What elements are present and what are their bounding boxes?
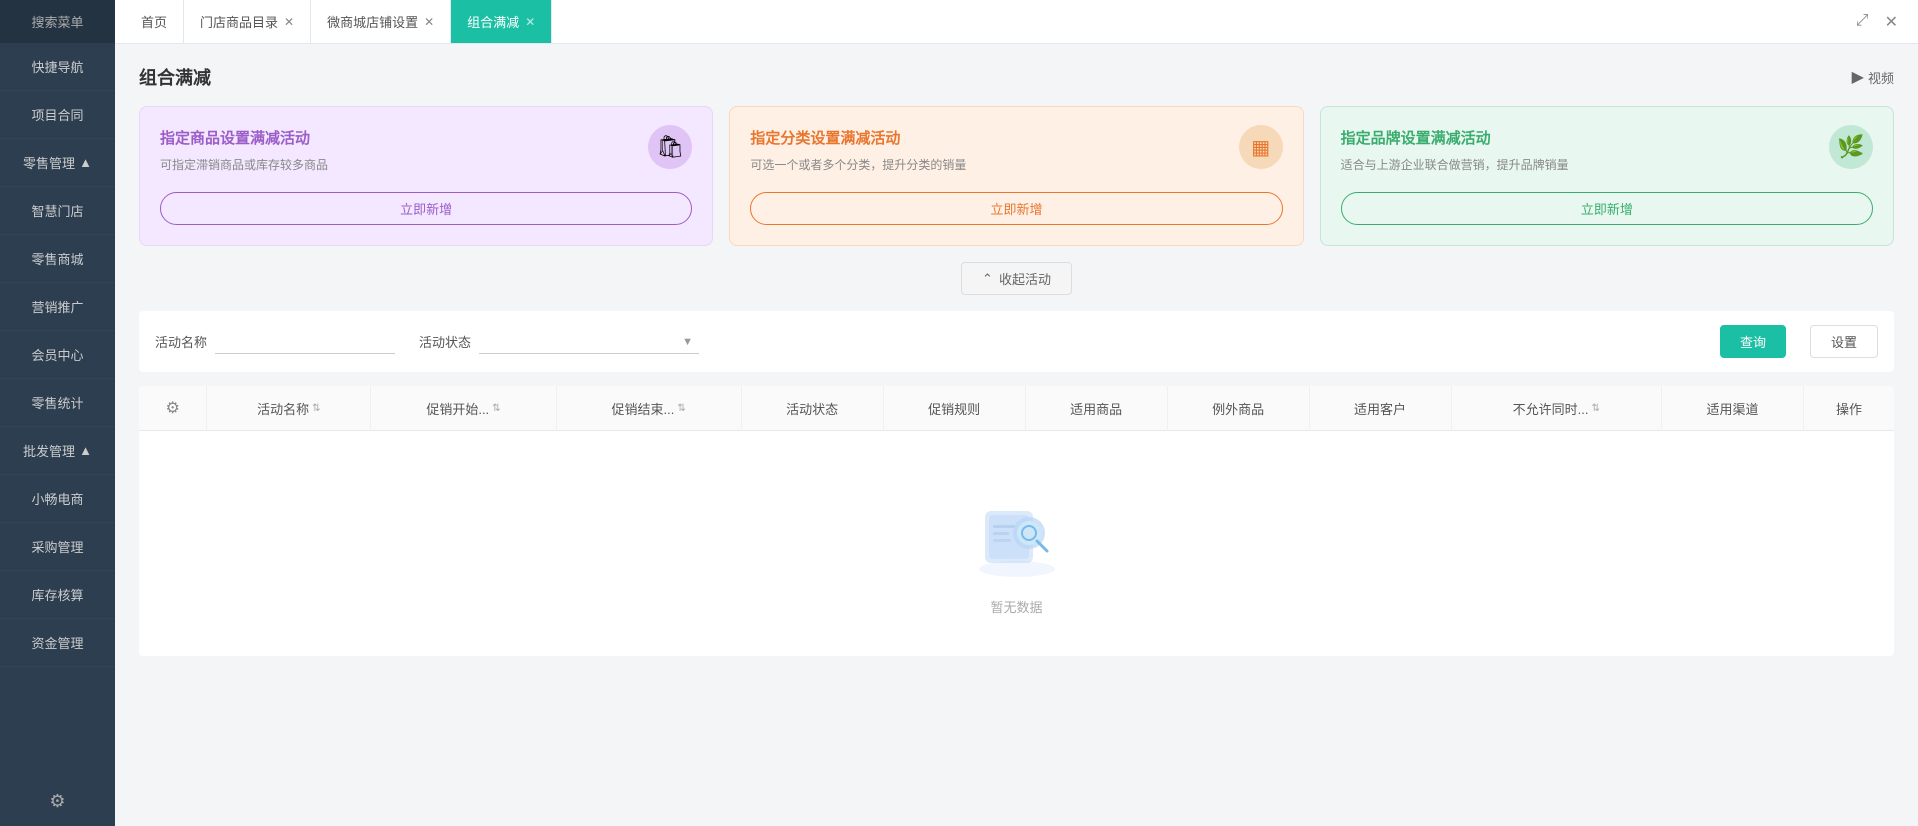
page-title: 组合满减 — [139, 64, 211, 90]
sort-icon-end: ⇅ — [677, 403, 685, 414]
th-name: 活动名称 ⇅ — [207, 386, 371, 431]
card-brand-btn[interactable]: 立即新增 — [1341, 192, 1873, 225]
th-start: 促销开始... ⇅ — [371, 386, 556, 431]
tab-home[interactable]: 首页 — [125, 0, 184, 43]
window-controls: ⤢ ✕ — [1852, 10, 1908, 34]
th-no-concurrent: 不允许同时... ⇅ — [1451, 386, 1661, 431]
chevron-up-icon: ⌃ — [982, 271, 993, 287]
th-channel: 适用渠道 — [1662, 386, 1804, 431]
tab-wechat-shop[interactable]: 微商城店铺设置 ✕ — [311, 0, 451, 43]
sidebar-item-xiaochangec[interactable]: 小畅电商 — [0, 475, 115, 523]
filter-status-select[interactable]: 进行中 已结束 未开始 — [479, 330, 699, 354]
sidebar-item-quick-nav[interactable]: 快捷导航 — [0, 43, 115, 91]
table-container: ⚙ 活动名称 ⇅ 促销开始... ⇅ — [139, 386, 1894, 656]
maximize-button[interactable]: ⤢ — [1852, 10, 1873, 34]
sidebar-item-marketing[interactable]: 营销推广 — [0, 283, 115, 331]
card-product: 🛍 指定商品设置满减活动 可指定滞销商品或库存较多商品 立即新增 — [139, 106, 713, 246]
sidebar-item-purchase-mgmt[interactable]: 采购管理 — [0, 523, 115, 571]
card-product-btn[interactable]: 立即新增 — [160, 192, 692, 225]
set-button[interactable]: 设置 — [1810, 325, 1878, 358]
sidebar-search[interactable]: 搜索菜单 — [0, 0, 115, 43]
sidebar-item-fund-mgmt[interactable]: 资金管理 — [0, 619, 115, 667]
filter-name-input[interactable] — [215, 330, 395, 354]
tab-bar: 首页 门店商品目录 ✕ 微商城店铺设置 ✕ 组合满减 ✕ ⤢ ✕ — [115, 0, 1918, 44]
th-end: 促销结束... ⇅ — [556, 386, 741, 431]
gear-icon[interactable]: ⚙ — [165, 400, 179, 417]
th-status: 活动状态 — [741, 386, 883, 431]
th-customer: 适用客户 — [1309, 386, 1451, 431]
card-brand-title: 指定品牌设置满减活动 — [1341, 127, 1873, 148]
tab-close-store-catalog[interactable]: ✕ — [284, 15, 294, 29]
video-link[interactable]: ▶ 视频 — [1852, 67, 1894, 87]
th-rule: 促销规则 — [883, 386, 1025, 431]
sidebar-item-retail-mall[interactable]: 零售商城 — [0, 235, 115, 283]
card-category-desc: 可选一个或者多个分类，提升分类的销量 — [750, 156, 1282, 180]
card-product-icon: 🛍 — [648, 125, 692, 169]
empty-state: 暂无数据 — [139, 431, 1894, 656]
tab-close-combo-discount[interactable]: ✕ — [525, 15, 535, 29]
query-button[interactable]: 查询 — [1720, 325, 1786, 358]
sort-icon-name: ⇅ — [312, 403, 320, 414]
expand-arrow-icon: ▲ — [79, 155, 92, 170]
table-header-row: ⚙ 活动名称 ⇅ 促销开始... ⇅ — [139, 386, 1894, 431]
promo-cards-row: 🛍 指定商品设置满减活动 可指定滞销商品或库存较多商品 立即新增 ▦ 指定分类设… — [139, 106, 1894, 246]
filter-status-label: 活动状态 — [419, 332, 471, 351]
sidebar-item-retail-mgmt[interactable]: 零售管理 ▲ — [0, 139, 115, 187]
th-action: 操作 — [1803, 386, 1894, 431]
filter-name-field: 活动名称 — [155, 330, 395, 354]
sidebar-item-smart-store[interactable]: 智慧门店 — [0, 187, 115, 235]
page-content: 组合满减 ▶ 视频 🛍 指定商品设置满减活动 可指定滞销商品或库存较多商品 立即… — [115, 44, 1918, 826]
card-product-title: 指定商品设置满减活动 — [160, 127, 692, 148]
tab-store-catalog[interactable]: 门店商品目录 ✕ — [184, 0, 311, 43]
tab-combo-discount[interactable]: 组合满减 ✕ — [451, 0, 552, 43]
sidebar-item-member-center[interactable]: 会员中心 — [0, 331, 115, 379]
close-button[interactable]: ✕ — [1881, 10, 1902, 34]
empty-text: 暂无数据 — [990, 597, 1042, 616]
sidebar-item-inventory[interactable]: 库存核算 — [0, 571, 115, 619]
video-circle-icon: ▶ — [1852, 67, 1864, 87]
card-category-icon: ▦ — [1239, 125, 1283, 169]
th-goods: 适用商品 — [1025, 386, 1167, 431]
sidebar-item-retail-stats[interactable]: 零售统计 — [0, 379, 115, 427]
sidebar-item-wholesale-mgmt[interactable]: 批发管理 ▲ — [0, 427, 115, 475]
settings-icon[interactable]: ⚙ — [0, 777, 115, 826]
filter-name-label: 活动名称 — [155, 332, 207, 351]
card-category-title: 指定分类设置满减活动 — [750, 127, 1282, 148]
sort-icon-concurrent: ⇅ — [1592, 403, 1600, 414]
sidebar: 搜索菜单 快捷导航 项目合同 零售管理 ▲ 智慧门店 零售商城 营销推广 会员中… — [0, 0, 115, 826]
card-brand: 🌿 指定品牌设置满减活动 适合与上游企业联合做营销，提升品牌销量 立即新增 — [1320, 106, 1894, 246]
empty-illustration — [967, 491, 1067, 581]
th-settings[interactable]: ⚙ — [139, 386, 207, 431]
main-area: 首页 门店商品目录 ✕ 微商城店铺设置 ✕ 组合满减 ✕ ⤢ ✕ 组合满减 ▶ … — [115, 0, 1918, 826]
tab-close-wechat-shop[interactable]: ✕ — [424, 15, 434, 29]
card-category-btn[interactable]: 立即新增 — [750, 192, 1282, 225]
collapse-button[interactable]: ⌃ 收起活动 — [961, 262, 1072, 295]
card-brand-desc: 适合与上游企业联合做营销，提升品牌销量 — [1341, 156, 1873, 180]
card-category: ▦ 指定分类设置满减活动 可选一个或者多个分类，提升分类的销量 立即新增 — [729, 106, 1303, 246]
card-brand-icon: 🌿 — [1829, 125, 1873, 169]
filter-status-field: 活动状态 进行中 已结束 未开始 ▼ — [419, 330, 699, 354]
sort-icon-start: ⇅ — [492, 403, 500, 414]
page-header: 组合满减 ▶ 视频 — [139, 64, 1894, 90]
th-except: 例外商品 — [1167, 386, 1309, 431]
promo-table: ⚙ 活动名称 ⇅ 促销开始... ⇅ — [139, 386, 1894, 431]
expand-arrow-icon2: ▲ — [79, 443, 92, 458]
sidebar-item-project-contract[interactable]: 项目合同 — [0, 91, 115, 139]
filter-row: 活动名称 活动状态 进行中 已结束 未开始 ▼ 查询 设置 — [139, 311, 1894, 372]
card-product-desc: 可指定滞销商品或库存较多商品 — [160, 156, 692, 180]
collapse-bar: ⌃ 收起活动 — [139, 262, 1894, 295]
